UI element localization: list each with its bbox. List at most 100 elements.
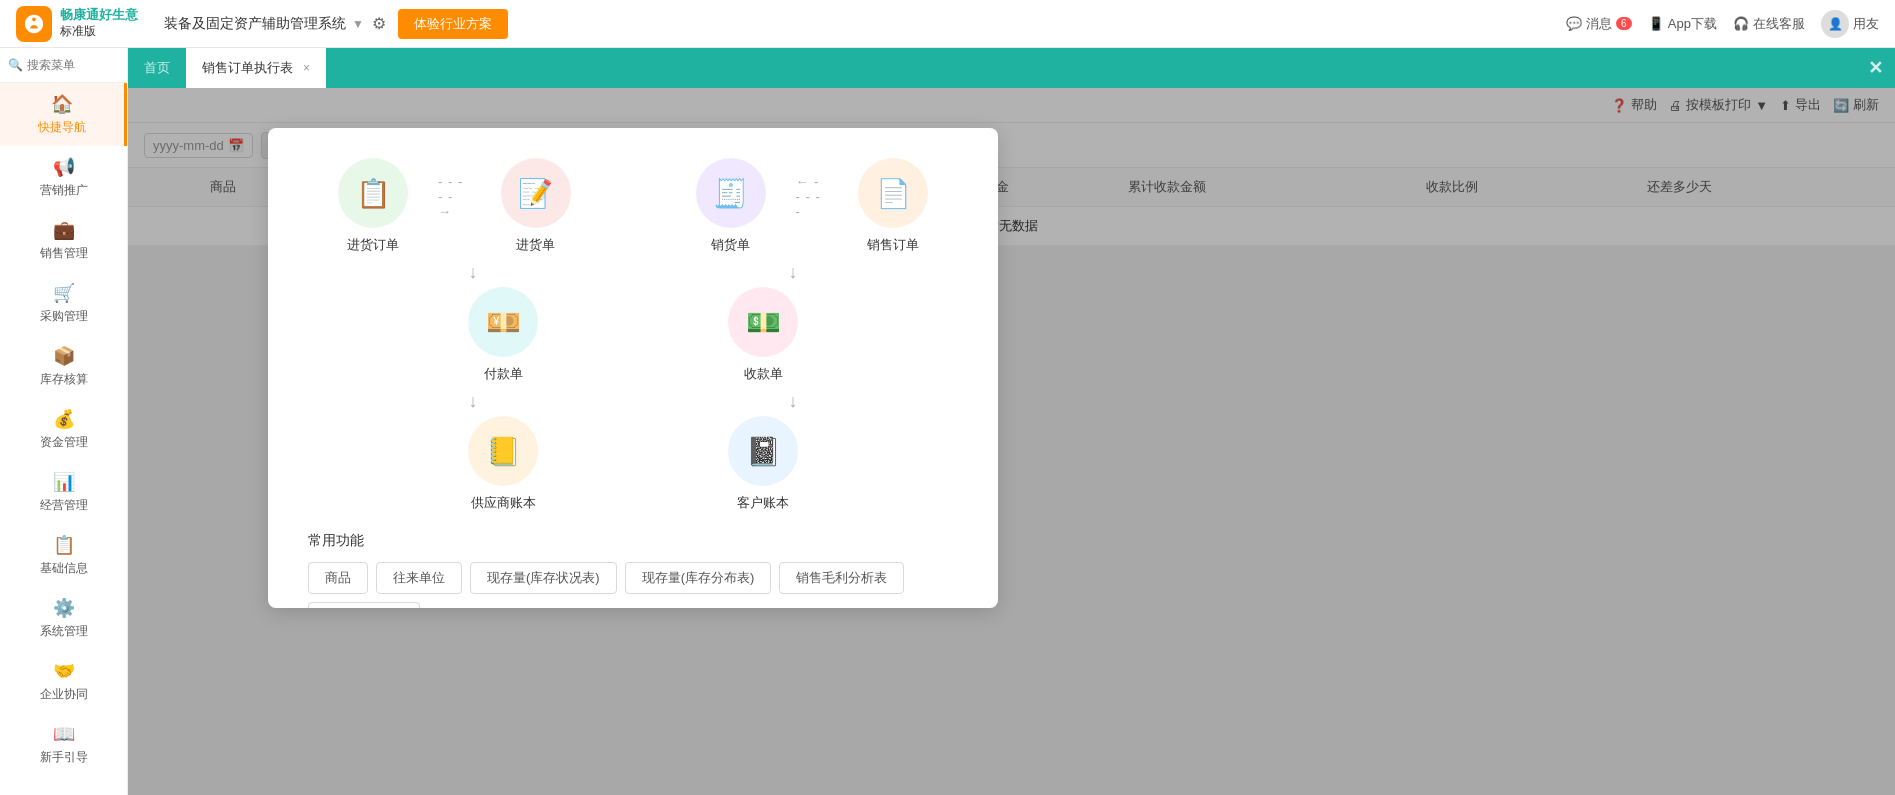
- tab-home[interactable]: 首页: [128, 48, 186, 88]
- sidebar-item-operations[interactable]: 📊 经营管理: [0, 461, 127, 524]
- func-btn-counterpart[interactable]: 往来单位: [376, 562, 462, 594]
- message-icon: 💬: [1566, 16, 1582, 31]
- wf-node-supplier-ledger: 📒 供应商账本: [438, 416, 568, 512]
- search-input[interactable]: [27, 58, 107, 72]
- func-btn-goods[interactable]: 商品: [308, 562, 368, 594]
- tab-home-label: 首页: [144, 59, 170, 77]
- sidebar-item-basic-info[interactable]: 📋 基础信息: [0, 524, 127, 587]
- sidebar-item-system[interactable]: ⚙️ 系统管理: [0, 587, 127, 650]
- content-area: 首页 销售订单执行表 × ✕ ❓ 帮助: [128, 48, 1895, 795]
- sidebar-item-label: 基础信息: [40, 560, 88, 577]
- message-btn[interactable]: 💬 消息 6: [1566, 15, 1632, 33]
- arrow-purchase-to-bill: - - - - - →: [438, 174, 471, 239]
- sales-bill-label: 销货单: [711, 236, 750, 254]
- basic-info-icon: 📋: [53, 534, 75, 556]
- receipt-label: 收款单: [744, 365, 783, 383]
- sidebar-item-label: 新手引导: [40, 749, 88, 766]
- user-area[interactable]: 👤 用友: [1821, 10, 1879, 38]
- wf-node-receipt: 💵 收款单: [698, 287, 828, 383]
- spacer-left4: [308, 391, 438, 412]
- sidebar-item-newbie[interactable]: 📖 新手引导: [0, 713, 127, 776]
- settings-icon[interactable]: ⚙: [372, 14, 386, 33]
- sidebar-item-inventory[interactable]: 📦 库存核算: [0, 335, 127, 398]
- online-service-btn[interactable]: 🎧 在线客服: [1733, 15, 1805, 33]
- sales-order-circle[interactable]: 📄: [858, 158, 928, 228]
- search-row[interactable]: 🔍: [8, 58, 119, 72]
- customer-ledger-label: 客户账本: [737, 494, 789, 512]
- sidebar-item-label: 资金管理: [40, 434, 88, 451]
- app-download-btn[interactable]: 📱 App下载: [1648, 15, 1717, 33]
- online-service-label: 在线客服: [1753, 15, 1805, 33]
- tab-sales-order[interactable]: 销售订单执行表 ×: [186, 48, 326, 88]
- top-right-area: 💬 消息 6 📱 App下载 🎧 在线客服 👤 用友: [1566, 10, 1879, 38]
- receipt-circle[interactable]: 💵: [728, 287, 798, 357]
- func-btn-sales-profit[interactable]: 销售毛利分析表: [779, 562, 904, 594]
- newbie-icon: 📖: [53, 723, 75, 745]
- sales-order-label: 销售订单: [867, 236, 919, 254]
- payment-circle[interactable]: 💴: [468, 287, 538, 357]
- purchase-icon: 🛒: [53, 282, 75, 304]
- wf-node-sales-order: 📄 销售订单: [828, 158, 958, 254]
- spacer-mid4: [508, 391, 708, 412]
- system-icon: ⚙️: [53, 597, 75, 619]
- sidebar-search-area: 🔍: [0, 48, 127, 83]
- func-btn-inventory-status[interactable]: 现存量(库存状况表): [470, 562, 617, 594]
- operations-icon: 📊: [53, 471, 75, 493]
- modal-overlay[interactable]: 📋 进货订单 - - - - - →: [128, 88, 1895, 795]
- wf-node-purchase-bill: 📝 进货单: [471, 158, 601, 254]
- top-bar: 畅康通好生意 标准版 装备及固定资产辅助管理系统 ▼ ⚙ 体验行业方案 💬 消息…: [0, 0, 1895, 48]
- sidebar-item-quick-nav[interactable]: 🏠 快捷导航: [0, 83, 127, 146]
- arrow-sales-order-to-bill: ← - - - - -: [796, 174, 829, 239]
- main-area: 🔍 🏠 快捷导航 📢 营销推广 💼 销售管理 🛒 采购管理 📦: [0, 48, 1895, 795]
- func-btn-goods-profit[interactable]: 商品毛利分析: [308, 602, 420, 608]
- logo-text: 畅康通好生意 标准版: [60, 7, 138, 39]
- marketing-icon: 📢: [53, 156, 75, 178]
- tab-active-label: 销售订单执行表: [202, 59, 293, 77]
- sales-icon: 💼: [53, 219, 75, 241]
- wf-node-payment: 💴 付款单: [438, 287, 568, 383]
- wf-node-customer-ledger: 📓 客户账本: [698, 416, 828, 512]
- message-badge: 6: [1616, 17, 1632, 30]
- workflow-row-3: 💴 付款单 💵: [308, 287, 958, 383]
- sidebar: 🔍 🏠 快捷导航 📢 营销推广 💼 销售管理 🛒 采购管理 📦: [0, 48, 128, 795]
- workflow-diagram: 📋 进货订单 - - - - - →: [308, 158, 958, 512]
- common-funcs-title: 常用功能: [308, 532, 958, 550]
- app-wrapper: 畅康通好生意 标准版 装备及固定资产辅助管理系统 ▼ ⚙ 体验行业方案 💬 消息…: [0, 0, 1895, 795]
- sidebar-item-label: 销售管理: [40, 245, 88, 262]
- avatar: 👤: [1821, 10, 1849, 38]
- supplier-ledger-circle[interactable]: 📒: [468, 416, 538, 486]
- spacer-mid2: [508, 262, 708, 283]
- sidebar-item-purchase[interactable]: 🛒 采购管理: [0, 272, 127, 335]
- tab-close-icon[interactable]: ×: [303, 61, 310, 75]
- enterprise-icon: 🤝: [53, 660, 75, 682]
- close-all-tabs-icon[interactable]: ✕: [1868, 57, 1883, 79]
- sidebar-item-marketing[interactable]: 📢 营销推广: [0, 146, 127, 209]
- sales-bill-circle[interactable]: 🧾: [696, 158, 766, 228]
- purchase-bill-circle[interactable]: 📝: [501, 158, 571, 228]
- customer-ledger-circle[interactable]: 📓: [728, 416, 798, 486]
- sidebar-item-label: 经营管理: [40, 497, 88, 514]
- arrow-down-sales: ↓: [758, 262, 828, 283]
- logo-area: 畅康通好生意 标准版: [16, 6, 144, 42]
- system-selector[interactable]: 装备及固定资产辅助管理系统 ▼: [164, 15, 364, 33]
- workflow-row-1: 📋 进货订单 - - - - - →: [308, 158, 958, 254]
- sidebar-item-finance[interactable]: 💰 资金管理: [0, 398, 127, 461]
- spacer-right4: [828, 391, 958, 412]
- wf-node-sales-bill: 🧾 销货单: [666, 158, 796, 254]
- purchase-order-circle[interactable]: 📋: [338, 158, 408, 228]
- sidebar-item-label: 采购管理: [40, 308, 88, 325]
- sidebar-item-enterprise[interactable]: 🤝 企业协同: [0, 650, 127, 713]
- dropdown-arrow-icon: ▼: [352, 17, 364, 31]
- purchase-order-label: 进货订单: [347, 236, 399, 254]
- sidebar-item-label: 系统管理: [40, 623, 88, 640]
- message-label: 消息: [1586, 15, 1612, 33]
- func-btn-inventory-dist[interactable]: 现存量(库存分布表): [625, 562, 772, 594]
- trial-button[interactable]: 体验行业方案: [398, 9, 508, 39]
- common-functions-section: 常用功能 商品 往来单位 现存量(库存状况表) 现存量(库存分布表) 销售毛利分…: [308, 532, 958, 608]
- func-buttons-row1: 商品 往来单位 现存量(库存状况表) 现存量(库存分布表) 销售毛利分析表 商品…: [308, 562, 958, 608]
- service-icon: 🎧: [1733, 16, 1749, 31]
- sidebar-item-label: 营销推广: [40, 182, 88, 199]
- sidebar-item-sales[interactable]: 💼 销售管理: [0, 209, 127, 272]
- arrow-down-purchase: ↓: [438, 262, 508, 283]
- sidebar-item-label: 快捷导航: [38, 119, 86, 136]
